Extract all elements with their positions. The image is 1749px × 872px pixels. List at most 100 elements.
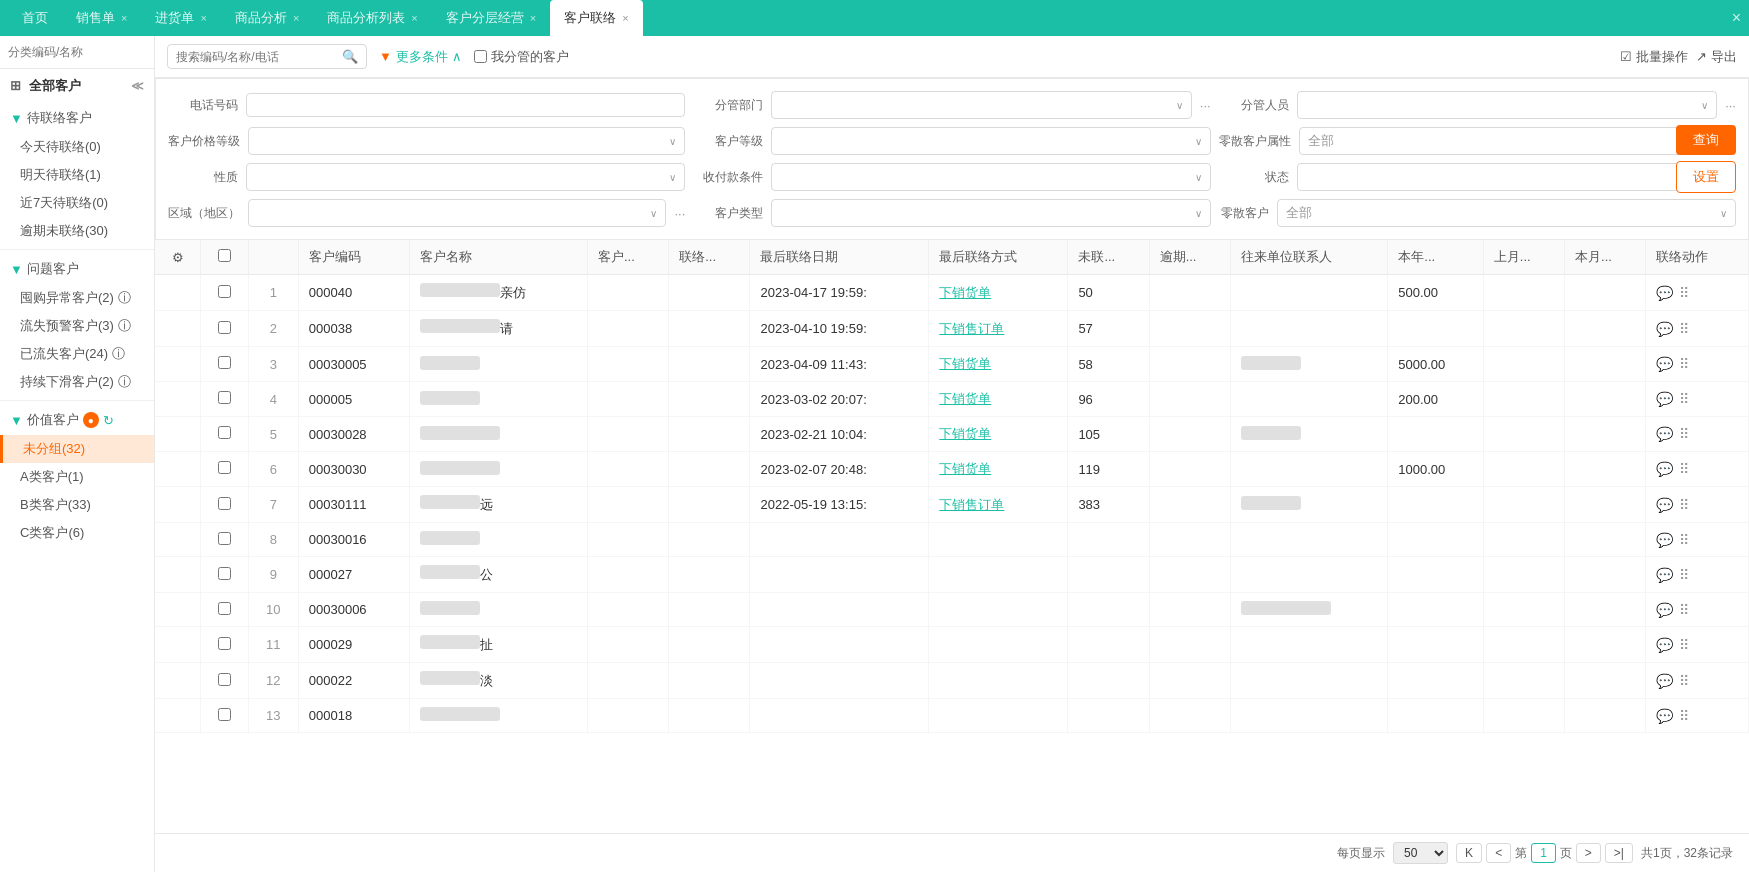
tab-customer-contact[interactable]: 客户联络 × (550, 0, 642, 36)
menu-icon[interactable]: ⠿ (1679, 602, 1689, 618)
sidebar-item-groupB[interactable]: B类客户(33) (0, 491, 154, 519)
sidebar-all-customers[interactable]: ⊞ 全部客户 ≪ (0, 69, 154, 103)
sidebar-item-lost[interactable]: 已流失客户(24) ⓘ (0, 340, 154, 368)
row-checkbox[interactable] (218, 567, 231, 580)
chat-icon[interactable]: 💬 (1656, 356, 1673, 372)
tab-home[interactable]: 首页 (8, 0, 62, 36)
chat-icon[interactable]: 💬 (1656, 708, 1673, 724)
search-input[interactable] (176, 50, 342, 64)
tab-purchase[interactable]: 进货单 × (141, 0, 220, 36)
tab-goods-analysis[interactable]: 商品分析 × (221, 0, 313, 36)
contact-method-link[interactable]: 下销货单 (939, 461, 991, 476)
price-tier-select[interactable]: ∨ (248, 127, 685, 155)
more-conditions-button[interactable]: ▼ 更多条件 ∧ (379, 48, 462, 66)
sidebar-item-groupC[interactable]: C类客户(6) (0, 519, 154, 547)
region-select[interactable]: ∨ (248, 199, 666, 227)
contact-method-link[interactable]: 下销货单 (939, 391, 991, 406)
last-page-button[interactable]: >| (1605, 843, 1633, 863)
person-more-icon[interactable]: ··· (1725, 98, 1736, 113)
per-page-select[interactable]: 50 100 200 (1393, 842, 1448, 864)
search-icon[interactable]: 🔍 (342, 49, 358, 64)
row-checkbox[interactable] (218, 321, 231, 334)
chat-icon[interactable]: 💬 (1656, 285, 1673, 301)
menu-icon[interactable]: ⠿ (1679, 497, 1689, 513)
sidebar-item-near7[interactable]: 近7天待联络(0) (0, 189, 154, 217)
contact-method-link[interactable]: 下销售订单 (939, 321, 1004, 336)
chat-icon[interactable]: 💬 (1656, 602, 1673, 618)
row-checkbox[interactable] (218, 426, 231, 439)
row-checkbox[interactable] (218, 673, 231, 686)
sidebar-item-abnormal[interactable]: 囤购异常客户(2) ⓘ (0, 284, 154, 312)
close-customer-contact-tab[interactable]: × (622, 12, 628, 24)
chat-icon[interactable]: 💬 (1656, 426, 1673, 442)
close-customer-tier-tab[interactable]: × (530, 12, 536, 24)
next-page-button[interactable]: > (1576, 843, 1601, 863)
status-select[interactable]: ∨ (1297, 163, 1736, 191)
menu-icon[interactable]: ⠿ (1679, 673, 1689, 689)
cust-type-select[interactable]: ∨ (771, 199, 1210, 227)
sidebar-item-groupA[interactable]: A类客户(1) (0, 463, 154, 491)
gear-column-header[interactable]: ⚙ (155, 240, 201, 275)
close-all-button[interactable]: × (1732, 9, 1741, 27)
payment-select[interactable]: ∨ (771, 163, 1210, 191)
chat-icon[interactable]: 💬 (1656, 673, 1673, 689)
dept-select[interactable]: ∨ (771, 91, 1191, 119)
contact-method-link[interactable]: 下销货单 (939, 426, 991, 441)
row-checkbox[interactable] (218, 497, 231, 510)
row-checkbox[interactable] (218, 461, 231, 474)
menu-icon[interactable]: ⠿ (1679, 285, 1689, 301)
row-checkbox[interactable] (218, 708, 231, 721)
menu-icon[interactable]: ⠿ (1679, 426, 1689, 442)
sidebar-item-declining[interactable]: 持续下滑客户(2) ⓘ (0, 368, 154, 396)
sidebar-search-input[interactable] (8, 45, 155, 59)
cust-tier-select[interactable]: ∨ (771, 127, 1210, 155)
tab-goods-analysis-list[interactable]: 商品分析列表 × (313, 0, 431, 36)
region-more-icon[interactable]: ··· (674, 206, 685, 221)
collapse-icon[interactable]: ≪ (131, 79, 144, 93)
sidebar-group-value[interactable]: ▼ 价值客户 ● ↻ (0, 405, 154, 435)
row-checkbox[interactable] (218, 391, 231, 404)
menu-icon[interactable]: ⠿ (1679, 356, 1689, 372)
sidebar-group-pending[interactable]: ▼ 待联络客户 (0, 103, 154, 133)
tab-sales[interactable]: 销售单 × (62, 0, 141, 36)
row-checkbox[interactable] (218, 637, 231, 650)
person-select[interactable]: ∨ (1297, 91, 1717, 119)
reset-button[interactable]: 设置 (1676, 161, 1736, 193)
chat-icon[interactable]: 💬 (1656, 637, 1673, 653)
sidebar-item-churn-risk[interactable]: 流失预警客户(3) ⓘ (0, 312, 154, 340)
chat-icon[interactable]: 💬 (1656, 391, 1673, 407)
row-checkbox[interactable] (218, 356, 231, 369)
close-sales-tab[interactable]: × (121, 12, 127, 24)
chat-icon[interactable]: 💬 (1656, 567, 1673, 583)
chat-icon[interactable]: 💬 (1656, 461, 1673, 477)
sidebar-item-tomorrow[interactable]: 明天待联络(1) (0, 161, 154, 189)
sidebar-item-overdue[interactable]: 逾期未联络(30) (0, 217, 154, 245)
chat-icon[interactable]: 💬 (1656, 532, 1673, 548)
contact-method-link[interactable]: 下销售订单 (939, 497, 1004, 512)
row-checkbox[interactable] (218, 285, 231, 298)
chat-icon[interactable]: 💬 (1656, 321, 1673, 337)
retail-attr-select[interactable]: 全部 ∨ (1299, 127, 1736, 155)
prev-page-button[interactable]: < (1486, 843, 1511, 863)
export-button[interactable]: ↗ 导出 (1696, 48, 1737, 66)
select-all-checkbox[interactable] (218, 249, 231, 262)
sidebar-item-unclassified[interactable]: 未分组(32) (0, 435, 154, 463)
row-checkbox[interactable] (218, 602, 231, 615)
batch-ops-button[interactable]: ☑ 批量操作 (1620, 48, 1688, 66)
menu-icon[interactable]: ⠿ (1679, 391, 1689, 407)
menu-icon[interactable]: ⠿ (1679, 532, 1689, 548)
contact-method-link[interactable]: 下销货单 (939, 356, 991, 371)
sidebar-item-today[interactable]: 今天待联络(0) (0, 133, 154, 161)
first-page-button[interactable]: K (1456, 843, 1482, 863)
close-goods-tab[interactable]: × (293, 12, 299, 24)
menu-icon[interactable]: ⠿ (1679, 708, 1689, 724)
tab-customer-tier[interactable]: 客户分层经营 × (432, 0, 550, 36)
menu-icon[interactable]: ⠿ (1679, 461, 1689, 477)
menu-icon[interactable]: ⠿ (1679, 637, 1689, 653)
phone-input[interactable] (246, 93, 685, 117)
contact-method-link[interactable]: 下销货单 (939, 285, 991, 300)
nature-select[interactable]: ∨ (246, 163, 685, 191)
query-button[interactable]: 查询 (1676, 125, 1736, 155)
sidebar-group-problem[interactable]: ▼ 问题客户 (0, 254, 154, 284)
my-customers-check[interactable] (474, 50, 487, 63)
